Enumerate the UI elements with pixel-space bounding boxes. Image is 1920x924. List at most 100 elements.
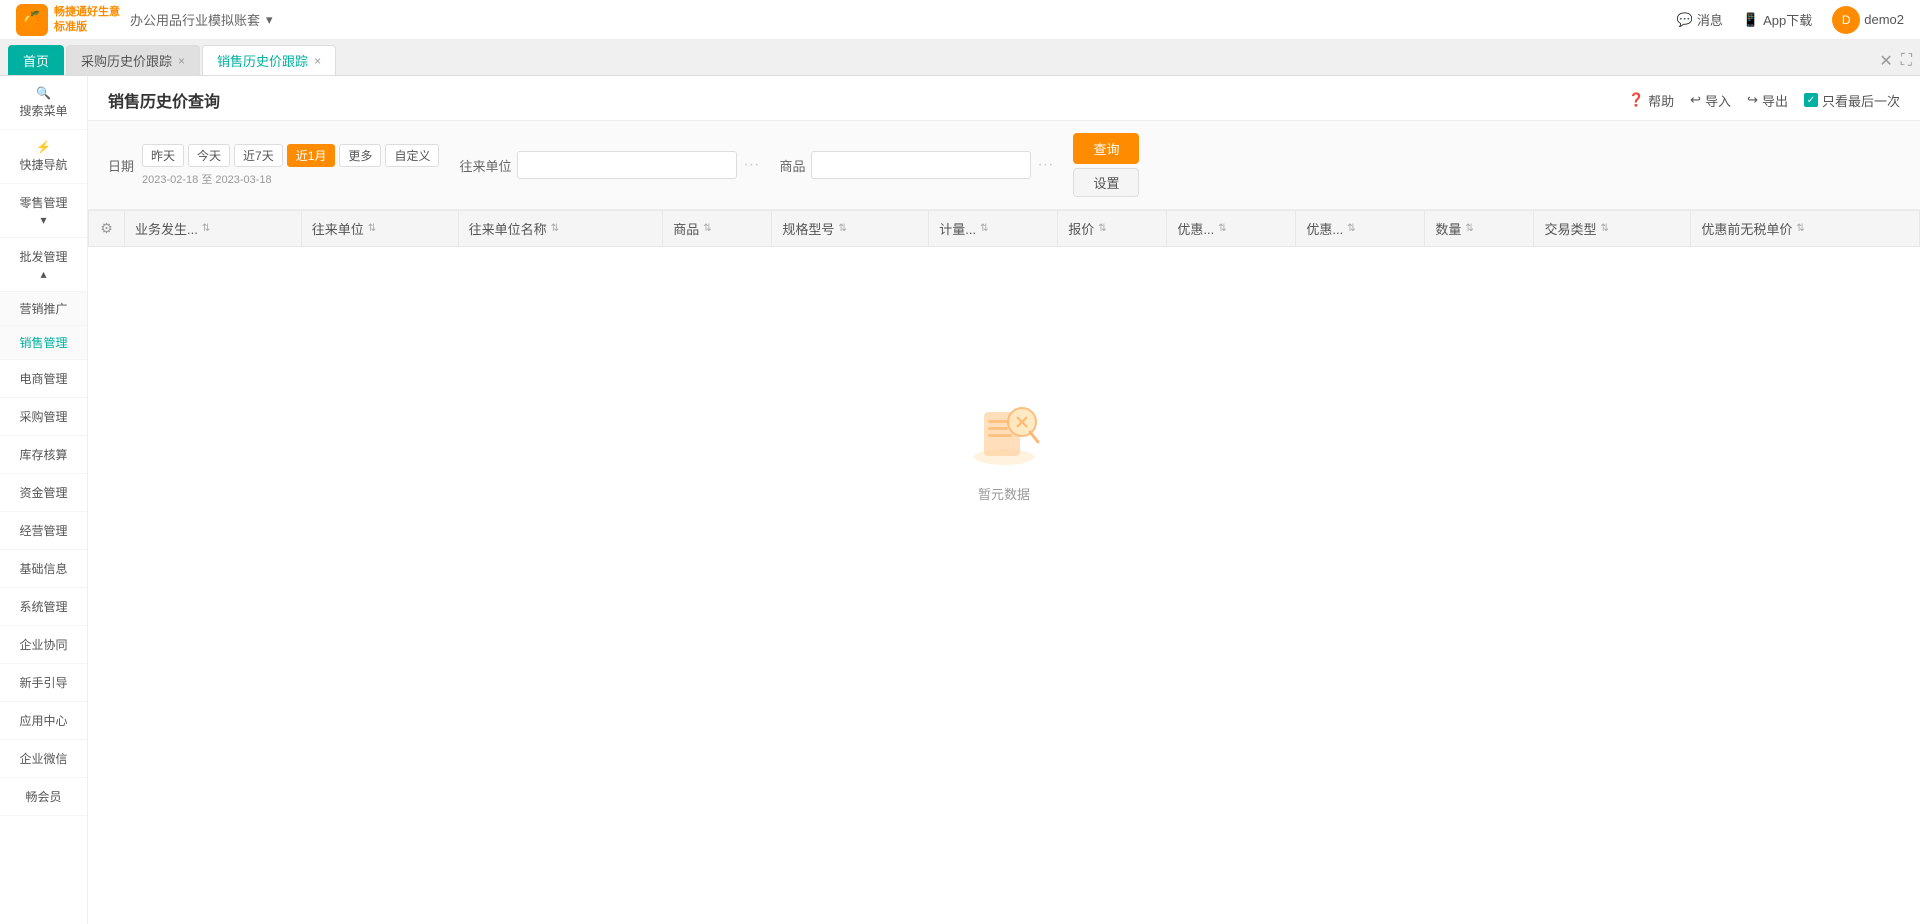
sidebar-item-vip-member[interactable]: 畅会员 bbox=[0, 778, 87, 816]
date-filter-group: 日期 昨天 今天 近7天 近1月 更多 自定义 2023-02-18 至 202… bbox=[108, 144, 439, 187]
help-button[interactable]: ❓ 帮助 bbox=[1628, 91, 1674, 110]
col-partner-name[interactable]: 往来单位名称 ⇅ bbox=[458, 211, 663, 247]
only-last-checkbox[interactable]: ✓ 只看最后一次 bbox=[1804, 91, 1900, 110]
partner-picker-icon[interactable]: ··· bbox=[743, 156, 759, 174]
tab-sales-history[interactable]: 销售历史价跟踪 × bbox=[202, 45, 336, 75]
sort-icon-unit: ⇅ bbox=[980, 223, 988, 234]
sidebar-item-operations-mgmt[interactable]: 经营管理 bbox=[0, 512, 87, 550]
tab-purchase-history[interactable]: 采购历史价跟踪 × bbox=[66, 45, 200, 75]
date-btn-7days[interactable]: 近7天 bbox=[234, 144, 283, 167]
date-btn-today[interactable]: 今天 bbox=[188, 144, 230, 167]
goods-input[interactable] bbox=[811, 151, 1031, 179]
breadcrumb[interactable]: 办公用品行业模拟账套 ▾ bbox=[130, 10, 273, 29]
goods-label: 商品 bbox=[779, 156, 805, 175]
tab-purchase-history-label: 采购历史价跟踪 bbox=[81, 51, 172, 70]
date-btn-yesterday[interactable]: 昨天 bbox=[142, 144, 184, 167]
sort-icon-discount1: ⇅ bbox=[1218, 223, 1226, 234]
sort-icon-pre-tax-price: ⇅ bbox=[1796, 223, 1804, 234]
tab-home-label: 首页 bbox=[23, 51, 49, 70]
app-download-button[interactable]: 📱 App下载 bbox=[1743, 10, 1812, 29]
close-all-tabs-icon[interactable]: ✕ bbox=[1879, 51, 1892, 71]
col-unit[interactable]: 计量... ⇅ bbox=[929, 211, 1058, 247]
date-buttons: 昨天 今天 近7天 近1月 更多 自定义 2023-02-18 至 2023-0… bbox=[142, 144, 439, 187]
query-button[interactable]: 查询 bbox=[1073, 133, 1139, 164]
empty-state: 暂元数据 bbox=[88, 247, 1920, 647]
tab-sales-history-close-icon[interactable]: × bbox=[314, 54, 321, 68]
download-icon: 📱 bbox=[1743, 12, 1759, 28]
sidebar-item-enterprise-wechat[interactable]: 企业微信 bbox=[0, 740, 87, 778]
user-menu[interactable]: D demo2 bbox=[1832, 6, 1904, 34]
sidebar-item-app-center[interactable]: 应用中心 bbox=[0, 702, 87, 740]
table-header: ⚙ 业务发生... ⇅ 往来单位 ⇅ bbox=[89, 211, 1920, 247]
col-discount1[interactable]: 优惠... ⇅ bbox=[1167, 211, 1296, 247]
goods-picker-icon[interactable]: ··· bbox=[1037, 156, 1053, 174]
wholesale-chevron-icon: ▴ bbox=[40, 267, 46, 281]
settings-button[interactable]: 设置 bbox=[1073, 168, 1139, 197]
sidebar-item-sales-mgmt[interactable]: 销售管理 bbox=[0, 326, 87, 360]
checkbox-checked-icon: ✓ bbox=[1804, 93, 1818, 107]
date-btn-more[interactable]: 更多 bbox=[339, 144, 381, 167]
sidebar-item-enterprise-collab[interactable]: 企业协同 bbox=[0, 626, 87, 664]
sort-icon-goods: ⇅ bbox=[703, 223, 711, 234]
sort-icon-trade-type: ⇅ bbox=[1601, 223, 1609, 234]
table-area: ⚙ 业务发生... ⇅ 往来单位 ⇅ bbox=[88, 210, 1920, 924]
col-trade-type[interactable]: 交易类型 ⇅ bbox=[1534, 211, 1691, 247]
header-right: 💬 消息 📱 App下载 D demo2 bbox=[1677, 6, 1904, 34]
sort-icon-discount2: ⇅ bbox=[1347, 223, 1355, 234]
filter-area: 日期 昨天 今天 近7天 近1月 更多 自定义 2023-02-18 至 202… bbox=[88, 121, 1920, 210]
sidebar-item-marketing[interactable]: 营销推广 bbox=[0, 292, 87, 326]
logo-text: 畅捷通好生意 标准版 bbox=[54, 5, 120, 34]
breadcrumb-chevron-icon: ▾ bbox=[266, 12, 273, 28]
tab-home[interactable]: 首页 bbox=[8, 45, 64, 75]
import-button[interactable]: ↩ 导入 bbox=[1690, 91, 1731, 110]
page-header: 销售历史价查询 ❓ 帮助 ↩ 导入 ↪ 导出 ✓ 只看最后一次 bbox=[88, 76, 1920, 121]
col-partner-code[interactable]: 往来单位 ⇅ bbox=[301, 211, 458, 247]
sidebar-item-purchase-mgmt[interactable]: 采购管理 bbox=[0, 398, 87, 436]
gear-icon[interactable]: ⚙ bbox=[99, 220, 114, 237]
export-button[interactable]: ↪ 导出 bbox=[1747, 91, 1788, 110]
page-title: 销售历史价查询 bbox=[108, 88, 220, 112]
col-spec[interactable]: 规格型号 ⇅ bbox=[772, 211, 929, 247]
import-icon: ↩ bbox=[1690, 92, 1701, 108]
date-btn-row: 昨天 今天 近7天 近1月 更多 自定义 bbox=[142, 144, 439, 167]
goods-filter-field: 商品 ··· bbox=[779, 151, 1053, 179]
col-goods[interactable]: 商品 ⇅ bbox=[663, 211, 772, 247]
sidebar-item-system-mgmt[interactable]: 系统管理 bbox=[0, 588, 87, 626]
sidebar-item-wholesale-mgmt[interactable]: 批发管理 ▴ bbox=[0, 238, 87, 292]
col-pre-tax-price[interactable]: 优惠前无税单价 ⇅ bbox=[1691, 211, 1920, 247]
date-btn-1month[interactable]: 近1月 bbox=[287, 144, 336, 167]
col-biz-date[interactable]: 业务发生... ⇅ bbox=[125, 211, 302, 247]
sidebar: 🔍 搜索菜单 ⚡ 快捷导航 零售管理 ▾ 批发管理 ▴ 营销推广 销售管理 电商… bbox=[0, 76, 88, 924]
tabs-right-controls: ✕ ⛶ bbox=[1879, 51, 1912, 75]
sidebar-item-retail-mgmt[interactable]: 零售管理 ▾ bbox=[0, 184, 87, 238]
sidebar-item-basic-info[interactable]: 基础信息 bbox=[0, 550, 87, 588]
content-area: 销售历史价查询 ❓ 帮助 ↩ 导入 ↪ 导出 ✓ 只看最后一次 bbox=[88, 76, 1920, 924]
message-icon: 💬 bbox=[1677, 12, 1693, 28]
sidebar-item-quick-nav[interactable]: ⚡ 快捷导航 bbox=[0, 130, 87, 184]
message-button[interactable]: 💬 消息 bbox=[1677, 10, 1723, 29]
partner-input[interactable] bbox=[517, 151, 737, 179]
filter-action-buttons: 查询 设置 bbox=[1073, 133, 1139, 197]
sort-icon-quantity: ⇅ bbox=[1465, 223, 1473, 234]
empty-icon bbox=[964, 392, 1044, 472]
sidebar-item-inventory[interactable]: 库存核算 bbox=[0, 436, 87, 474]
col-quoted-price[interactable]: 报价 ⇅ bbox=[1058, 211, 1167, 247]
sidebar-item-finance-mgmt[interactable]: 资金管理 bbox=[0, 474, 87, 512]
sort-icon-quoted-price: ⇅ bbox=[1098, 223, 1106, 234]
col-discount2[interactable]: 优惠... ⇅ bbox=[1296, 211, 1425, 247]
col-quantity[interactable]: 数量 ⇅ bbox=[1425, 211, 1534, 247]
partner-label: 往来单位 bbox=[459, 156, 511, 175]
main-layout: 🔍 搜索菜单 ⚡ 快捷导航 零售管理 ▾ 批发管理 ▴ 营销推广 销售管理 电商… bbox=[0, 76, 1920, 924]
sort-icon-partner-name: ⇅ bbox=[551, 223, 559, 234]
date-btn-custom[interactable]: 自定义 bbox=[385, 144, 439, 167]
tab-purchase-history-close-icon[interactable]: × bbox=[178, 54, 185, 68]
empty-text: 暂元数据 bbox=[978, 484, 1030, 503]
sidebar-item-new-guide[interactable]: 新手引导 bbox=[0, 664, 87, 702]
maximize-icon[interactable]: ⛶ bbox=[1901, 52, 1912, 70]
sort-icon-biz-date: ⇅ bbox=[202, 223, 210, 234]
sidebar-item-ecommerce-mgmt[interactable]: 电商管理 bbox=[0, 360, 87, 398]
col-settings[interactable]: ⚙ bbox=[89, 211, 125, 247]
tab-sales-history-label: 销售历史价跟踪 bbox=[217, 51, 308, 70]
sidebar-item-search-menu[interactable]: 🔍 搜索菜单 bbox=[0, 76, 87, 130]
breadcrumb-text: 办公用品行业模拟账套 bbox=[130, 10, 260, 29]
